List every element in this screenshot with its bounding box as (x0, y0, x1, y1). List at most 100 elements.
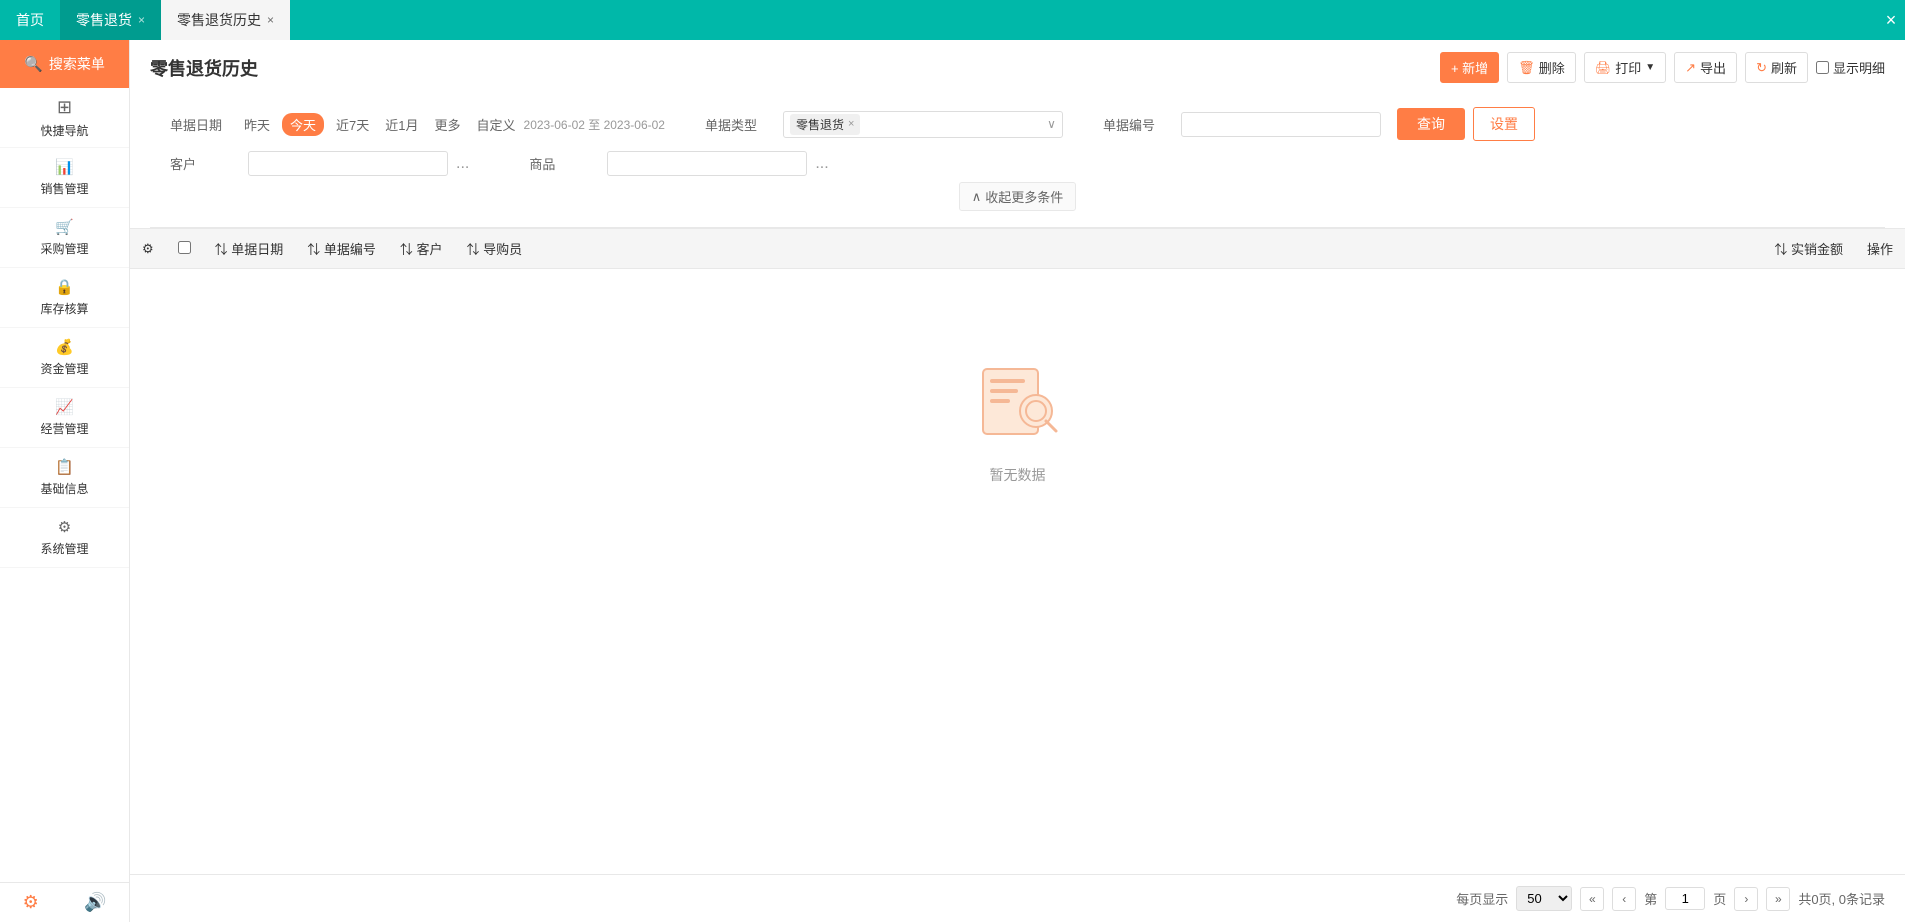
goods-filter-label: 商品 (529, 154, 599, 173)
total-info: 共0页, 0条记录 (1798, 889, 1885, 908)
export-button[interactable]: ↗ 导出 (1674, 52, 1737, 83)
voucher-type-dropdown-arrow[interactable]: ∨ (1047, 117, 1056, 131)
sidebar-item-operations[interactable]: 📈 经营管理 (0, 388, 129, 448)
page-header: 零售退货历史 + 新增 🗑 删除 🖨 打印 ▼ ↗ (130, 40, 1905, 229)
tab-retail-return-history[interactable]: 零售退货历史 × (161, 0, 290, 40)
voucher-type-input[interactable]: 零售退货 × ∨ (783, 111, 1063, 138)
sales-icon: 📊 (55, 158, 74, 176)
customer-placeholder: ... (456, 155, 469, 173)
th-spacer (534, 229, 1762, 269)
sidebar-item-purchase-mgmt[interactable]: 🛒 采购管理 (0, 208, 129, 268)
th-action: 操作 (1855, 229, 1905, 269)
tab-list: 首页 零售退货 × 零售退货历史 × (0, 0, 1877, 40)
refresh-button[interactable]: ↻ 刷新 (1745, 52, 1808, 83)
th-customer-label: ⇅ 客户 (400, 242, 443, 257)
search-menu-label: 搜索菜单 (49, 54, 105, 74)
sidebar-item-label: 经营管理 (40, 420, 88, 437)
voucher-type-tag-close[interactable]: × (848, 118, 854, 130)
th-amount[interactable]: ⇅ 实销金额 (1762, 229, 1855, 269)
inventory-icon: 🔒 (55, 278, 74, 296)
delete-button[interactable]: 🗑 删除 (1507, 52, 1576, 83)
settings-icon[interactable]: ⚙ (23, 892, 39, 913)
quick-nav-icon: ⊞ (57, 97, 72, 118)
sidebar-item-label: 资金管理 (40, 360, 88, 377)
page-number-input[interactable] (1665, 887, 1705, 910)
sidebar-item-sales-mgmt[interactable]: 📊 销售管理 (0, 148, 129, 208)
pagination-bar: 每页显示 20 50 100 « ‹ 第 页 › » 共0页, 0条记录 (130, 874, 1905, 922)
refresh-button-label: 刷新 (1771, 58, 1797, 77)
tab-home[interactable]: 首页 (0, 0, 60, 40)
date-option-today[interactable]: 今天 (282, 113, 324, 136)
sidebar-item-label: 销售管理 (40, 180, 88, 197)
collapse-filter-button[interactable]: ∧ 收起更多条件 (959, 182, 1077, 211)
date-option-7days[interactable]: 近7天 (332, 113, 373, 136)
audio-icon[interactable]: 🔊 (84, 892, 106, 913)
voucher-no-input[interactable] (1181, 112, 1381, 137)
delete-button-label: 删除 (1539, 58, 1565, 77)
export-icon: ↗ (1685, 60, 1696, 76)
new-button-label: + 新增 (1451, 58, 1488, 77)
new-button[interactable]: + 新增 (1440, 52, 1499, 83)
first-page-button[interactable]: « (1580, 887, 1604, 911)
date-options: 昨天 今天 近7天 近1月 更多 自定义 (240, 113, 520, 136)
th-customer[interactable]: ⇅ 客户 (388, 229, 455, 269)
sidebar: 🔍 搜索菜单 ⊞ 快捷导航 📊 销售管理 🛒 采购管理 🔒 库存核算 💰 (0, 40, 130, 922)
select-all-checkbox[interactable] (178, 241, 191, 254)
th-guide[interactable]: ⇅ 导购员 (455, 229, 535, 269)
customer-input[interactable] (248, 151, 448, 176)
date-option-1month[interactable]: 近1月 (381, 113, 422, 136)
empty-state: 暂无数据 (130, 269, 1905, 565)
th-guide-label: ⇅ 导购员 (467, 242, 523, 257)
goods-input[interactable] (607, 151, 807, 176)
search-menu-button[interactable]: 🔍 搜索菜单 (0, 40, 129, 88)
prev-page-button[interactable]: ‹ (1612, 887, 1636, 911)
tab-retail-return[interactable]: 零售退货 × (60, 0, 161, 40)
sidebar-item-quick-nav[interactable]: ⊞ 快捷导航 (0, 88, 129, 148)
sidebar-bottom: ⚙ 🔊 (0, 882, 129, 922)
page-label: 第 (1644, 889, 1657, 908)
th-check[interactable] (166, 229, 203, 269)
sidebar-item-label: 采购管理 (40, 240, 88, 257)
last-page-button[interactable]: » (1766, 887, 1790, 911)
window-close-button[interactable]: × (1877, 6, 1905, 34)
date-option-custom[interactable]: 自定义 (473, 113, 520, 136)
date-option-more[interactable]: 更多 (431, 113, 465, 136)
show-detail-checkbox[interactable] (1816, 61, 1829, 74)
show-detail-checkbox-label[interactable]: 显示明细 (1816, 58, 1885, 77)
delete-icon: 🗑 (1518, 60, 1535, 76)
date-option-yesterday[interactable]: 昨天 (240, 113, 274, 136)
filter-row-2: 客户 ... 商品 ... (170, 151, 1865, 176)
voucher-type-label: 单据类型 (705, 115, 775, 134)
th-settings[interactable]: ⚙ (130, 229, 166, 269)
th-action-label: 操作 (1867, 242, 1893, 257)
table-container: ⚙ ⇅ 单据日期 ⇅ 单据编号 (130, 229, 1905, 874)
next-page-button[interactable]: › (1734, 887, 1758, 911)
sidebar-item-system-mgmt[interactable]: ⚙ 系统管理 (0, 508, 129, 568)
sidebar-item-label: 系统管理 (40, 540, 88, 557)
page-title: 零售退货历史 (150, 55, 258, 81)
toolbar: + 新增 🗑 删除 🖨 打印 ▼ ↗ 导出 (1440, 52, 1885, 83)
filter-area: 单据日期 昨天 今天 近7天 近1月 更多 自定义 2023-06-02 至 2… (150, 95, 1885, 228)
settings-filter-button[interactable]: 设置 (1473, 107, 1535, 141)
filter-row-1: 单据日期 昨天 今天 近7天 近1月 更多 自定义 2023-06-02 至 2… (170, 107, 1865, 141)
page-title-row: 零售退货历史 + 新增 🗑 删除 🖨 打印 ▼ ↗ (150, 52, 1885, 83)
th-date[interactable]: ⇅ 单据日期 (203, 229, 296, 269)
data-table: ⚙ ⇅ 单据日期 ⇅ 单据编号 (130, 229, 1905, 269)
query-button[interactable]: 查询 (1397, 108, 1465, 140)
tab-retail-return-close[interactable]: × (138, 13, 145, 27)
th-no-label: ⇅ 单据编号 (307, 242, 376, 257)
sidebar-item-finance[interactable]: 💰 资金管理 (0, 328, 129, 388)
top-bar: 首页 零售退货 × 零售退货历史 × × (0, 0, 1905, 40)
show-detail-label: 显示明细 (1833, 58, 1885, 77)
tab-retail-return-history-close[interactable]: × (267, 13, 274, 27)
th-no[interactable]: ⇅ 单据编号 (295, 229, 388, 269)
sidebar-item-inventory[interactable]: 🔒 库存核算 (0, 268, 129, 328)
tab-retail-return-label: 零售退货 (76, 10, 132, 30)
per-page-select[interactable]: 20 50 100 (1516, 886, 1572, 911)
gear-icon[interactable]: ⚙ (142, 241, 154, 256)
sidebar-item-base-info[interactable]: 📋 基础信息 (0, 448, 129, 508)
print-button[interactable]: 🖨 打印 ▼ (1584, 52, 1666, 83)
sidebar-item-label: 快捷导航 (40, 122, 88, 139)
th-date-label: ⇅ 单据日期 (215, 242, 284, 257)
print-icon: 🖨 (1595, 60, 1612, 76)
